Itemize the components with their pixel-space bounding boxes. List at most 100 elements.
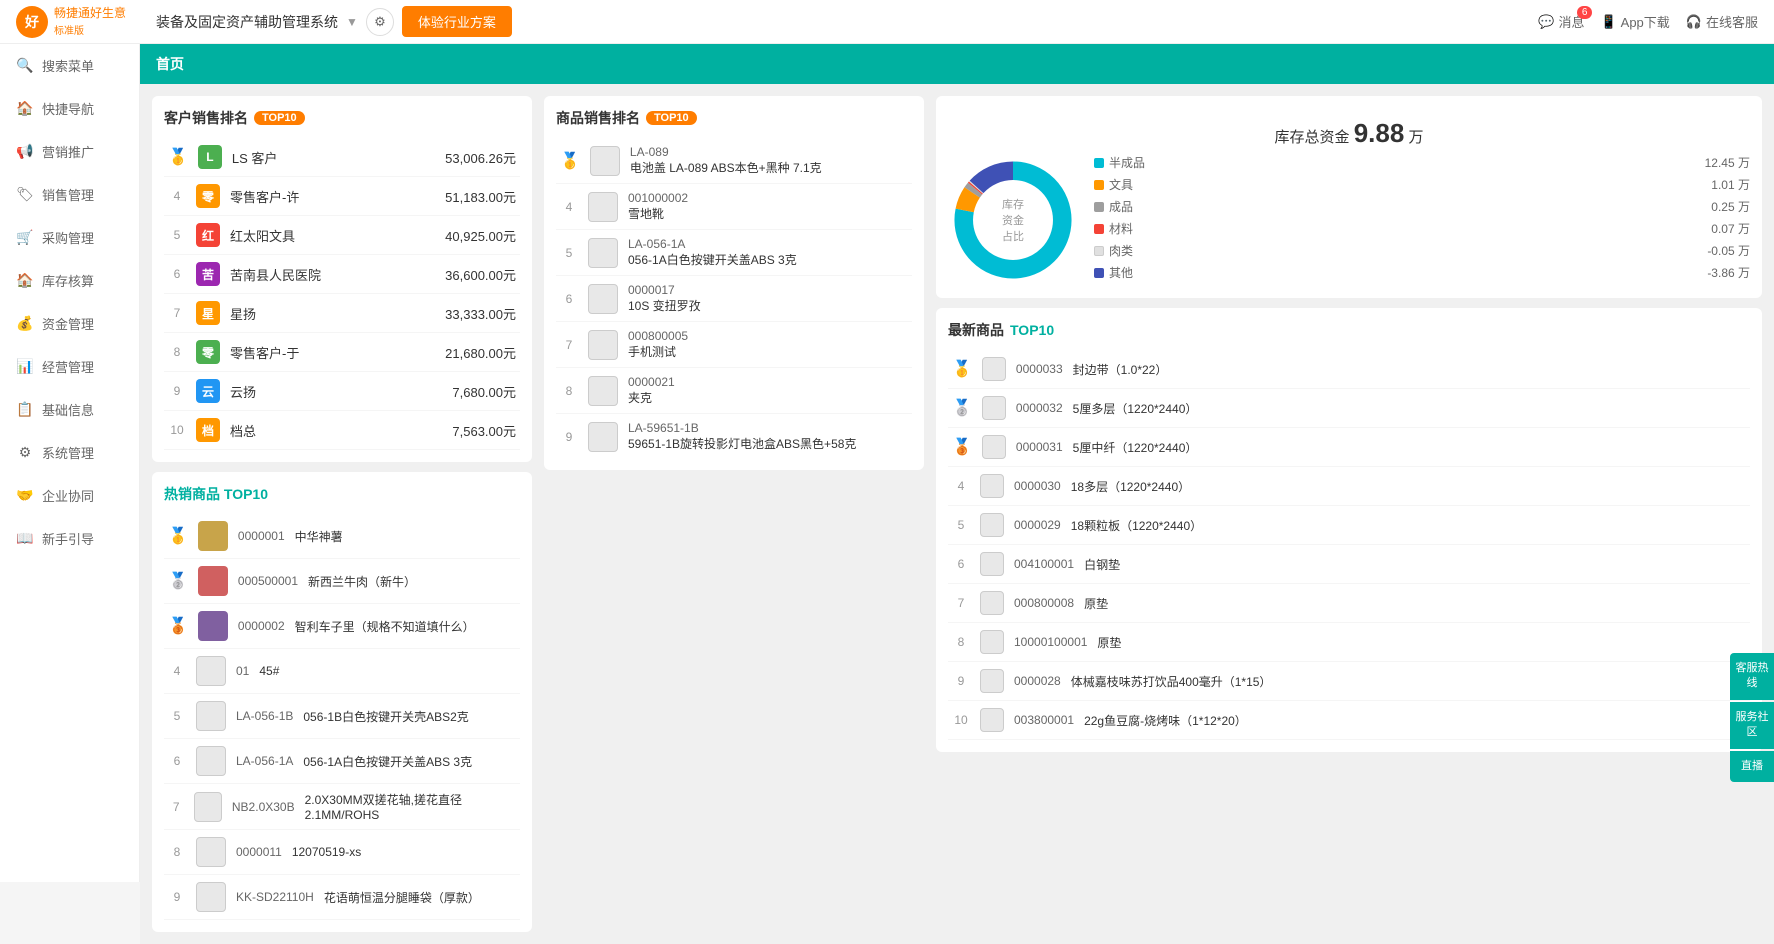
inventory-legend: 半成品 12.45 万 文具 1.01 万 成品 0.25 万 材料 (1094, 154, 1750, 286)
product-code: KK-SD22110H (236, 890, 314, 904)
search-icon: 🔍 (16, 57, 34, 75)
product-code: 0000017 (628, 283, 908, 297)
legend-item: 材料 0.07 万 (1094, 220, 1750, 237)
sidebar-item-newbie[interactable]: 📖 新手引导 (0, 517, 139, 560)
sidebar-item-collab[interactable]: 🤝 企业协同 (0, 474, 139, 517)
product-img-placeholder (588, 192, 618, 222)
customer-avatar: 档 (196, 418, 220, 442)
new-products-title: 最新商品 TOP10 (948, 320, 1750, 340)
product-name: 5厘中纤（1220*2440） (1073, 439, 1198, 456)
medal-gold-icon: 🥇 (952, 359, 972, 379)
sidebar-item-finance[interactable]: 💰 资金管理 (0, 302, 139, 345)
product-icon (980, 591, 1004, 615)
hot-products-list: 🥇 0000001 中华神薯 🥈 000500001 新西兰牛肉（新牛） 🥉 (164, 514, 520, 920)
customer-avatar: 零 (196, 340, 220, 364)
customer-amount: 40,925.00元 (445, 226, 516, 245)
hot-products-label: 热销商品 TOP10 (164, 484, 268, 504)
product-name: 雪地靴 (628, 205, 908, 222)
product-icon (980, 552, 1004, 576)
message-button[interactable]: 💬 消息 6 (1538, 12, 1584, 31)
rank-number: 6 (560, 292, 578, 306)
headset-icon: 🎧 (1686, 14, 1702, 30)
home-icon: 🏠 (16, 100, 34, 118)
product-code: 10000100001 (1014, 635, 1087, 649)
customer-avatar: 零 (196, 184, 220, 208)
rank-number: 10 (168, 423, 186, 437)
rank-item: 5 LA-056-1A 056-1A白色按键开关盖ABS 3克 (556, 230, 912, 276)
topbar-right: 💬 消息 6 📱 App下载 🎧 在线客服 (1538, 12, 1758, 31)
sidebar-item-purchase[interactable]: 🛒 采购管理 (0, 216, 139, 259)
sidebar-item-quicknav[interactable]: 🏠 快捷导航 (0, 87, 139, 130)
customer-avatar: 星 (196, 301, 220, 325)
service-livestream-button[interactable]: 直播 (1730, 751, 1774, 782)
rank-number: 9 (168, 890, 186, 904)
logo-brand: 畅捷通好生意 (54, 6, 126, 22)
sidebar: 🔍 搜索菜单 🏠 快捷导航 📢 营销推广 🏷 销售管理 🛒 采购管理 🏠 库存核… (0, 44, 140, 882)
product-code: 0000028 (1014, 674, 1061, 688)
product-img (198, 566, 228, 596)
sidebar-item-basic-info[interactable]: 📋 基础信息 (0, 388, 139, 431)
rank-number: 9 (168, 384, 186, 398)
online-service-button[interactable]: 🎧 在线客服 (1686, 12, 1758, 31)
legend-item: 成品 0.25 万 (1094, 198, 1750, 215)
product-code: 001000002 (628, 191, 908, 205)
sidebar-search[interactable]: 🔍 搜索菜单 (0, 44, 139, 87)
main-content: 首页 客户销售排名 TOP10 🥇 L LS 客户 53,006.26元 (140, 44, 1774, 944)
product-icon (982, 435, 1006, 459)
rank-number: 9 (560, 430, 578, 444)
rank-number: 4 (168, 189, 186, 203)
new-product-item: 7 000800008 原垫 (948, 584, 1750, 623)
legend-item: 文具 1.01 万 (1094, 176, 1750, 193)
rank-number: 4 (952, 479, 970, 493)
gear-icon[interactable]: ⚙ (366, 8, 394, 36)
rank-number: 5 (168, 228, 186, 242)
sidebar-item-system[interactable]: ⚙ 系统管理 (0, 431, 139, 474)
legend-dot-icon (1094, 158, 1104, 168)
dropdown-chevron-icon[interactable]: ▼ (346, 15, 358, 29)
customer-ranking-card: 客户销售排名 TOP10 🥇 L LS 客户 53,006.26元 4 零 (152, 96, 532, 462)
service-hotline-button[interactable]: 客服热线 (1730, 653, 1774, 700)
sidebar-item-operations[interactable]: 📊 经营管理 (0, 345, 139, 388)
app-download-button[interactable]: 📱 App下载 (1600, 12, 1669, 31)
product-name: 智利车子里（规格不知道填什么） (295, 618, 475, 635)
product-name: 夹克 (628, 389, 908, 406)
product-name: 新西兰牛肉（新牛） (308, 573, 416, 590)
customer-amount: 7,563.00元 (452, 421, 516, 440)
medal-gold-icon: 🥇 (560, 151, 580, 171)
new-product-item: 8 10000100001 原垫 (948, 623, 1750, 662)
product-name: 原垫 (1097, 634, 1121, 651)
page-title: 首页 (156, 54, 184, 74)
product-name: 电池盖 LA-089 ABS本色+黑种 7.1克 (630, 159, 908, 176)
product-name: 18多层（1220*2440） (1071, 478, 1190, 495)
product-img-placeholder (196, 701, 226, 731)
customer-avatar: 苦 (196, 262, 220, 286)
rank-number: 10 (952, 713, 970, 727)
product-img-placeholder (196, 746, 226, 776)
newbie-icon: 📖 (16, 530, 34, 548)
inventory-amount: 9.88 (1354, 118, 1405, 148)
basicinfo-icon: 📋 (16, 401, 34, 419)
product-code: 000800008 (1014, 596, 1074, 610)
product-img-placeholder (588, 422, 618, 452)
customer-name: 云扬 (230, 382, 442, 401)
service-community-button[interactable]: 服务社区 (1730, 702, 1774, 749)
inventory-total: 库存总资金 9.88 万 (948, 108, 1750, 154)
product-img-placeholder (588, 330, 618, 360)
product-icon (980, 630, 1004, 654)
medal-gold-icon: 🥇 (168, 147, 188, 167)
sidebar-item-marketing[interactable]: 📢 营销推广 (0, 130, 139, 173)
product-name: 12070519-xs (292, 845, 361, 859)
new-product-item: 6 004100001 白钢垫 (948, 545, 1750, 584)
sidebar-item-sales[interactable]: 🏷 销售管理 (0, 173, 139, 216)
content-area: 客户销售排名 TOP10 🥇 L LS 客户 53,006.26元 4 零 (140, 84, 1774, 944)
trial-button[interactable]: 体验行业方案 (402, 6, 512, 37)
customer-name: 零售客户-许 (230, 187, 435, 206)
rank-number: 8 (168, 345, 186, 359)
sales-icon: 🏷 (16, 186, 34, 204)
phone-icon: 📱 (1600, 14, 1616, 30)
medal-gold-icon: 🥇 (168, 526, 188, 546)
sidebar-item-inventory[interactable]: 🏠 库存核算 (0, 259, 139, 302)
new-products-top10: TOP10 (1010, 322, 1054, 338)
legend-dot-icon (1094, 268, 1104, 278)
product-ranking-label: 商品销售排名 (556, 108, 640, 128)
